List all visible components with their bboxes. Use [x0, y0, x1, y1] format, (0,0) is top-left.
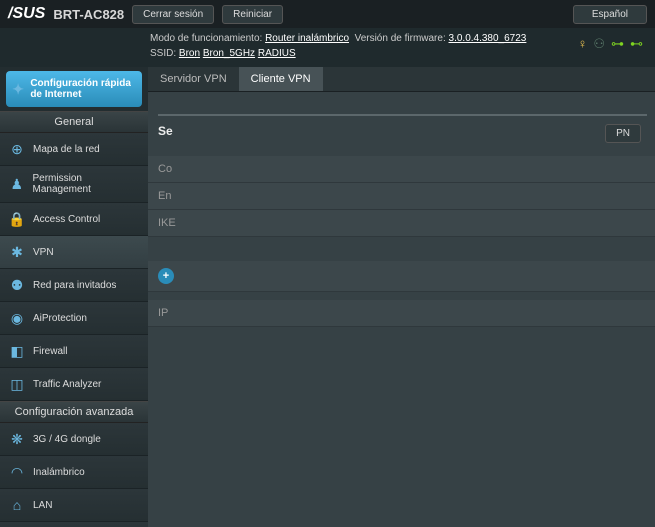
usb-icon[interactable]: ⊶: [611, 34, 624, 54]
globe-icon: ⊕: [8, 140, 26, 158]
dongle-icon: ❋: [8, 430, 26, 448]
model-name: BRT-AC828: [53, 7, 124, 22]
nav-traffic[interactable]: ◫Traffic Analyzer: [0, 368, 148, 401]
language-select[interactable]: Español: [573, 5, 647, 24]
bulb-icon[interactable]: ♀: [578, 34, 588, 54]
quick-setup-button[interactable]: ✦ Configuración rápida de Internet: [6, 71, 142, 107]
firewall-icon: ◧: [8, 342, 26, 360]
brand-logo: /SUS: [8, 5, 45, 23]
tab-vpn-client[interactable]: Cliente VPN: [239, 67, 323, 91]
nav-wireless[interactable]: ◠Inalámbrico: [0, 456, 148, 489]
reboot-button[interactable]: Reiniciar: [222, 5, 283, 24]
usb2-icon[interactable]: ⊷: [630, 34, 643, 54]
status-bar: Modo de funcionamiento: Router inalámbri…: [0, 28, 655, 67]
guest-icon: ⚉: [8, 276, 26, 294]
top-bar: /SUS BRT-AC828 Cerrar sesión Reiniciar E…: [0, 0, 655, 28]
nav-3g4g[interactable]: ❋3G / 4G dongle: [0, 423, 148, 456]
plus-icon[interactable]: +: [158, 268, 174, 284]
ssid-3[interactable]: RADIUS: [258, 48, 296, 59]
nav-permission[interactable]: ♟Permission Management: [0, 166, 148, 203]
section-quick-select: Quick Select: [159, 115, 646, 116]
lan-icon: ⌂: [8, 496, 26, 514]
nav-firewall[interactable]: ◧Firewall: [0, 335, 148, 368]
section-advanced: Configuración avanzada: [0, 401, 148, 423]
logout-button[interactable]: Cerrar sesión: [132, 5, 214, 24]
ssid-1[interactable]: Bron: [179, 48, 200, 59]
nav-network-map[interactable]: ⊕Mapa de la red: [0, 133, 148, 166]
nav-vpn[interactable]: ✱VPN: [0, 236, 148, 269]
shield-icon: ◉: [8, 309, 26, 327]
nav-guest[interactable]: ⚉Red para invitados: [0, 269, 148, 302]
op-mode-link[interactable]: Router inalámbrico: [265, 33, 349, 44]
tabs: Servidor VPN Cliente VPN: [148, 67, 655, 92]
firmware-link[interactable]: 3.0.0.4.380_6723: [449, 33, 527, 44]
nav-lan[interactable]: ⌂LAN: [0, 489, 148, 522]
chart-icon: ◫: [8, 375, 26, 393]
section-general: General: [0, 111, 148, 133]
vpn-profile-modal: Quick Select VPN Type Net-to-Net VPN Ser…: [158, 114, 647, 116]
nav-aiprotection[interactable]: ◉AiProtection: [0, 302, 148, 335]
user-icon: ♟: [8, 175, 26, 193]
nav-access-control[interactable]: 🔒Access Control: [0, 203, 148, 236]
status-icons: ♀ ⚇ ⊶ ⊷: [578, 34, 643, 54]
wand-icon: ✦: [12, 80, 24, 98]
vpn-icon: ✱: [8, 243, 26, 261]
lock-icon: 🔒: [8, 210, 26, 228]
tab-vpn-server[interactable]: Servidor VPN: [148, 67, 239, 91]
sidebar: ✦ Configuración rápida de Internet Gener…: [0, 67, 148, 527]
users-icon[interactable]: ⚇: [593, 34, 605, 54]
wifi-icon: ◠: [8, 463, 26, 481]
ssid-2[interactable]: Bron_5GHz: [203, 48, 255, 59]
main-content: Servidor VPN Cliente VPN Se PN Co En IKE…: [148, 67, 655, 527]
